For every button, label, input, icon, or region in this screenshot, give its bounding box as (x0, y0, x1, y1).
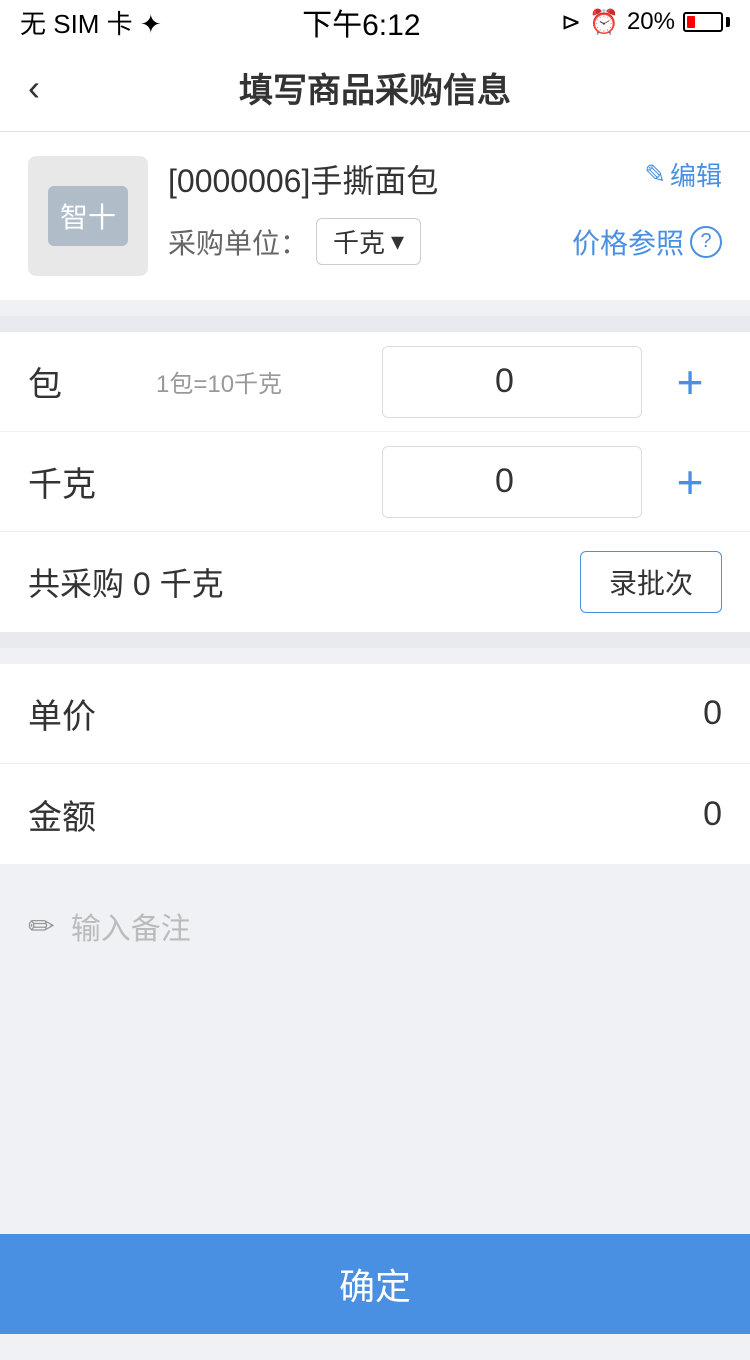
amount-label: 金额 (28, 790, 96, 839)
amount-row: 金额 0 (0, 764, 750, 864)
unit-value: 千克 (333, 223, 385, 260)
help-icon: ? (690, 226, 722, 258)
status-time: 下午6:12 (302, 0, 420, 44)
logo-text: 智十 (60, 196, 116, 236)
product-logo: 智十 (48, 186, 128, 246)
confirm-button[interactable]: 确定 (0, 1234, 750, 1334)
separator-2 (0, 632, 750, 648)
product-info: [0000006]手撕面包 ✎ 编辑 采购单位： 千克 ▾ 价格参照 ? (168, 156, 722, 265)
unit-label: 采购单位： (168, 222, 308, 262)
unit-price-label: 单价 (28, 689, 96, 738)
status-bar: 无 SIM 卡 ✦ 下午6:12 ⊳ ⏰ 20% (0, 0, 750, 44)
bao-plus-button[interactable]: + (658, 346, 722, 418)
battery-icon (683, 12, 730, 32)
kilogram-plus-button[interactable]: + (658, 446, 722, 518)
product-header: [0000006]手撕面包 ✎ 编辑 (168, 156, 722, 202)
total-row: 共采购 0 千克 录批次 (0, 532, 750, 632)
unit-price-value: 0 (703, 694, 722, 733)
kilogram-input-row: 千克 + (0, 432, 750, 532)
bao-sublabel: 1包=10千克 (156, 364, 282, 399)
note-input-row: ✏ 输入备注 (28, 904, 722, 948)
total-label: 共采购 0 千克 (28, 559, 224, 605)
bao-label: 包 (28, 357, 148, 406)
nav-bar: ‹ 填写商品采购信息 (0, 44, 750, 132)
price-section: 单价 0 金额 0 (0, 664, 750, 864)
edit-icon: ✎ (644, 159, 666, 190)
back-button[interactable]: ‹ (28, 67, 40, 109)
input-section: 包 1包=10千克 + 千克 + 共采购 0 千克 录批次 (0, 332, 750, 632)
product-name: [0000006]手撕面包 (168, 156, 438, 202)
bao-input[interactable] (382, 346, 642, 418)
amount-value: 0 (703, 795, 722, 834)
unit-price-row: 单价 0 (0, 664, 750, 764)
batch-button[interactable]: 录批次 (580, 551, 722, 613)
product-card: 智十 [0000006]手撕面包 ✎ 编辑 采购单位： 千克 ▾ 价格参照 ? (0, 132, 750, 300)
status-right: ⊳ ⏰ 20% (561, 8, 730, 37)
edit-label: 编辑 (670, 156, 722, 193)
note-placeholder: 输入备注 (71, 904, 191, 948)
alarm-icon: ⏰ (589, 8, 619, 37)
product-image: 智十 (28, 156, 148, 276)
edit-button[interactable]: ✎ 编辑 (644, 156, 722, 193)
kilogram-label: 千克 (28, 457, 148, 506)
pencil-icon: ✏ (28, 907, 55, 945)
unit-selector-wrap: 采购单位： 千克 ▾ (168, 218, 421, 265)
status-signal: 无 SIM 卡 ✦ (20, 4, 162, 41)
bao-field-wrap: + (382, 346, 722, 418)
location-icon: ⊳ (561, 8, 581, 37)
unit-select[interactable]: 千克 ▾ (316, 218, 421, 265)
chevron-down-icon: ▾ (391, 226, 404, 257)
page-title: 填写商品采购信息 (239, 63, 511, 112)
bao-input-row: 包 1包=10千克 + (0, 332, 750, 432)
battery-percent: 20% (627, 8, 675, 36)
product-unit-row: 采购单位： 千克 ▾ 价格参照 ? (168, 218, 722, 265)
price-reference-button[interactable]: 价格参照 ? (572, 222, 722, 262)
separator-1 (0, 316, 750, 332)
kilogram-field-wrap: + (382, 446, 722, 518)
note-section[interactable]: ✏ 输入备注 (0, 880, 750, 1080)
kilogram-input[interactable] (382, 446, 642, 518)
price-ref-label: 价格参照 (572, 222, 684, 262)
confirm-button-label: 确定 (339, 1258, 411, 1310)
